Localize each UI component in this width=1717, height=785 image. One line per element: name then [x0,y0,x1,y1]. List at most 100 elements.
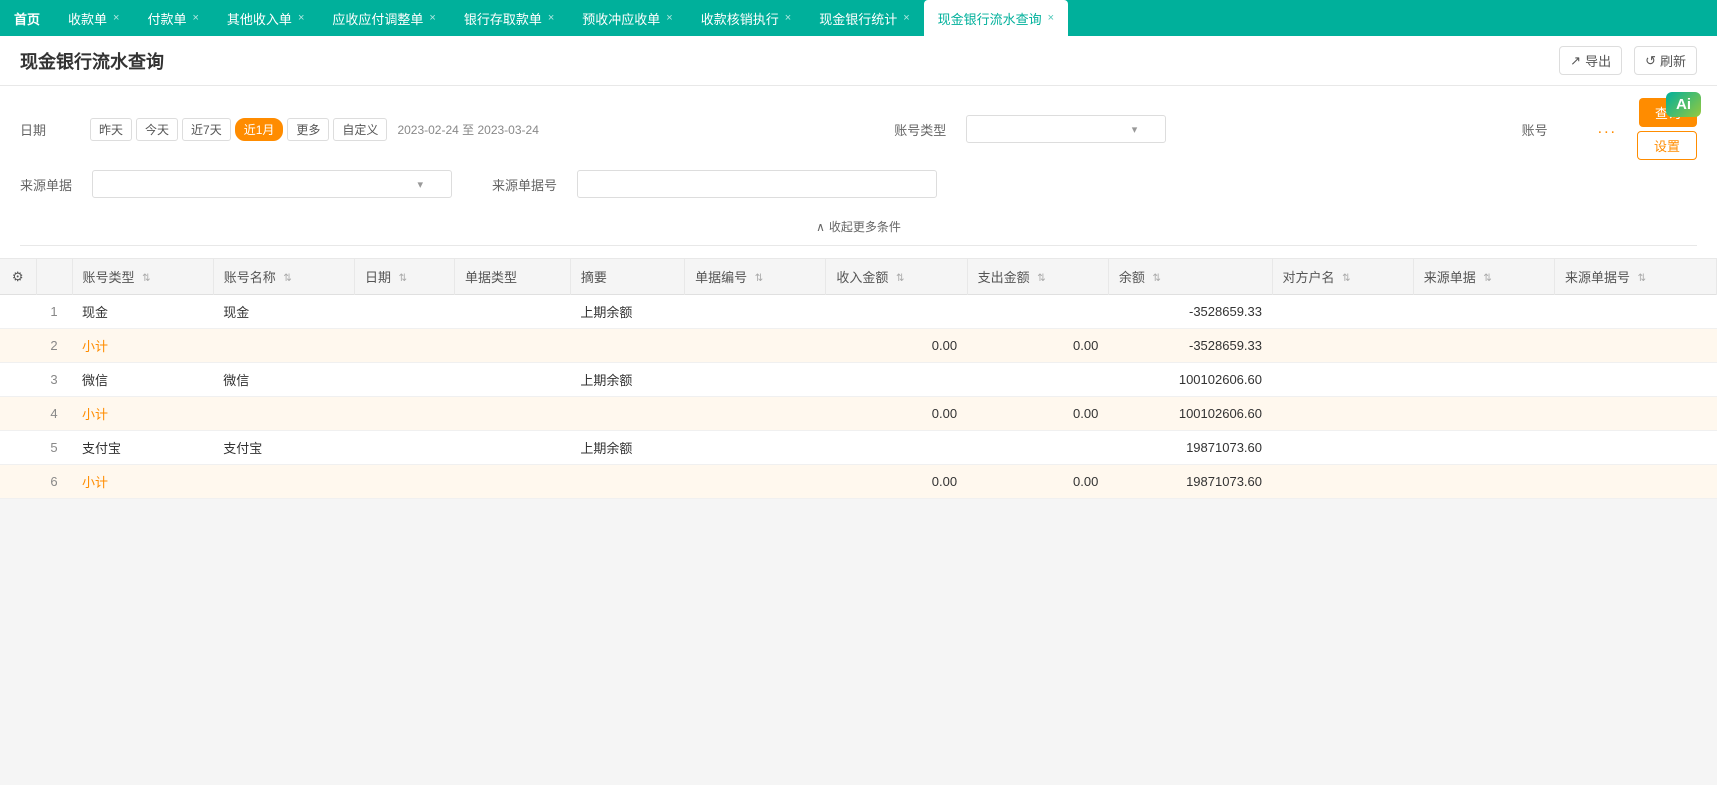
table-cell: 2 [36,329,72,363]
table-cell [355,363,455,397]
table-row: 2小计0.000.00-3528659.33 [0,329,1717,363]
table-cell [685,329,826,363]
table-cell: -3528659.33 [1108,295,1272,329]
nav-tab-yinhangcuqu[interactable]: 银行存取款单 × [450,0,568,36]
table-cell [455,465,571,499]
table-cell [685,465,826,499]
sort-icon: ⇅ [1037,273,1045,284]
th-balance[interactable]: 余额 ⇅ [1108,259,1272,295]
th-summary: 摘要 [570,259,684,295]
date-7days[interactable]: 近7天 [182,118,231,141]
filter-row-1: 日期 昨天 今天 近7天 近1月 更多 自定义 2023-02-24 至 202… [20,98,1697,160]
th-voucher-num[interactable]: 单据编号 ⇅ [685,259,826,295]
chevron-up-icon: ∧ [816,220,825,234]
table-cell [455,431,571,465]
ai-badge[interactable]: Ai [1666,92,1701,117]
nav-tab-yingshouyingfu[interactable]: 应收应付调整单 × [318,0,449,36]
th-gear[interactable]: ⚙ [0,259,36,295]
table-cell [1555,363,1717,397]
nav-tab-liushui[interactable]: 现金银行流水查询 × [924,0,1068,36]
table-cell [355,329,455,363]
table-cell: 19871073.60 [1108,465,1272,499]
table-cell [1272,329,1413,363]
collapse-button[interactable]: ∧ 收起更多条件 [816,214,901,239]
nav-tab-yushou[interactable]: 预收冲应收单 × [568,0,686,36]
nav-tab-qitashouruden[interactable]: 其他收入单 × [213,0,318,36]
close-icon[interactable]: × [903,12,909,24]
sort-icon: ⇅ [896,273,904,284]
filter-area: 日期 昨天 今天 近7天 近1月 更多 自定义 2023-02-24 至 202… [0,86,1717,259]
nav-home[interactable]: 首页 [0,0,54,36]
th-source-voucher[interactable]: 来源单据 ⇅ [1413,259,1554,295]
table-cell: 0.00 [967,465,1108,499]
close-icon[interactable]: × [429,12,435,24]
close-icon[interactable]: × [192,12,198,24]
table-cell [0,397,36,431]
chevron-down-icon: ▾ [1132,123,1138,136]
close-icon[interactable]: × [666,12,672,24]
refresh-icon: ↺ [1645,53,1656,69]
table-header-row: ⚙ 账号类型 ⇅ 账号名称 ⇅ 日期 ⇅ 单据类型 [0,259,1717,295]
table-cell: 19871073.60 [1108,431,1272,465]
table-cell: 1 [36,295,72,329]
table-cell [1555,397,1717,431]
account-type-select[interactable]: ▾ [966,115,1166,143]
table-cell: 上期余额 [570,431,684,465]
date-buttons: 昨天 今天 近7天 近1月 更多 自定义 2023-02-24 至 2023-0… [90,118,539,141]
source-voucher-num-input[interactable] [577,170,937,198]
th-income[interactable]: 收入金额 ⇅ [826,259,967,295]
table-cell [826,431,967,465]
table-cell: 5 [36,431,72,465]
table-cell: 支付宝 [213,431,354,465]
table-cell [1555,329,1717,363]
close-icon[interactable]: × [785,12,791,24]
close-icon[interactable]: × [113,12,119,24]
table-cell [1413,465,1554,499]
nav-tab-xianjinyinhang[interactable]: 现金银行统计 × [805,0,923,36]
close-icon[interactable]: × [1048,12,1054,24]
th-counterpart[interactable]: 对方户名 ⇅ [1272,259,1413,295]
table-cell [1413,329,1554,363]
table-cell [355,295,455,329]
date-1month[interactable]: 近1月 [235,118,284,141]
table-cell: 0.00 [967,329,1108,363]
th-date[interactable]: 日期 ⇅ [355,259,455,295]
nav-tab-shoukuanxiaoxiao[interactable]: 收款核销执行 × [687,0,805,36]
table-cell [455,295,571,329]
table-cell [1272,397,1413,431]
table-cell [1413,397,1554,431]
close-icon[interactable]: × [548,12,554,24]
table-cell: 支付宝 [72,431,213,465]
date-custom[interactable]: 自定义 [333,118,387,141]
refresh-button[interactable]: ↺ 刷新 [1634,46,1697,75]
filter-row-2: 来源单据 ▾ 来源单据号 [20,170,1697,198]
date-range-text: 2023-02-24 至 2023-03-24 [397,121,538,138]
table-cell [685,295,826,329]
close-icon[interactable]: × [298,12,304,24]
date-yesterday[interactable]: 昨天 [90,118,132,141]
nav-tab-fukuan[interactable]: 付款单 × [133,0,212,36]
table-cell: 4 [36,397,72,431]
nav-tab-shoukuan[interactable]: 收款单 × [54,0,133,36]
account-dots[interactable]: ... [1598,120,1617,138]
table-cell [1413,363,1554,397]
table-cell [826,295,967,329]
th-account-name[interactable]: 账号名称 ⇅ [213,259,354,295]
th-account-type[interactable]: 账号类型 ⇅ [72,259,213,295]
table-cell [685,397,826,431]
export-icon: ↗ [1570,53,1581,69]
export-button[interactable]: ↗ 导出 [1559,46,1622,75]
source-voucher-select[interactable]: ▾ [92,170,452,198]
table-cell [355,397,455,431]
th-source-num[interactable]: 来源单据号 ⇅ [1555,259,1717,295]
th-expense[interactable]: 支出金额 ⇅ [967,259,1108,295]
date-today[interactable]: 今天 [136,118,178,141]
gear-icon: ⚙ [12,269,24,284]
table-cell [213,329,354,363]
table-cell [570,329,684,363]
date-more[interactable]: 更多 [287,118,329,141]
source-voucher-num-label: 来源单据号 [492,175,557,194]
settings-button[interactable]: 设置 [1637,131,1697,160]
table-cell: 0.00 [826,397,967,431]
header-actions: ↗ 导出 ↺ 刷新 [1559,46,1697,75]
